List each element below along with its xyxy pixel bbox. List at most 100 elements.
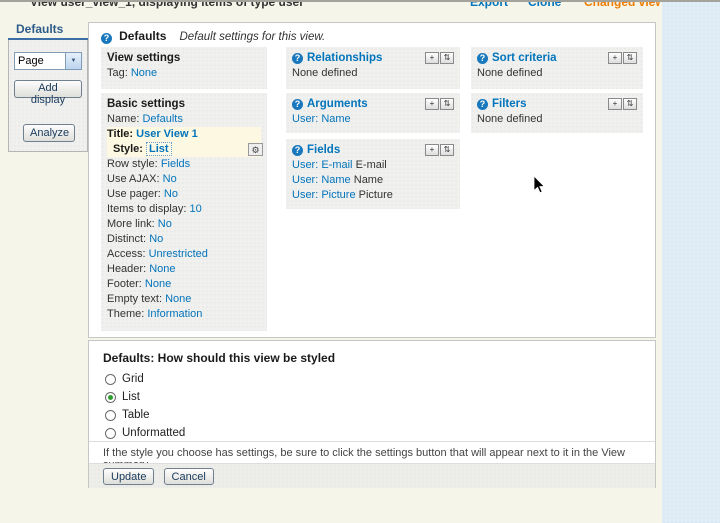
rearrange-icon[interactable]: ⇅ — [440, 52, 454, 64]
field-label-suffix: E-mail — [353, 159, 387, 171]
setting-value-link-active[interactable]: List — [146, 142, 172, 156]
rearrange-icon[interactable]: ⇅ — [440, 144, 454, 156]
page-background-strip — [662, 0, 720, 523]
argument-link[interactable]: User: Name — [292, 113, 351, 125]
field-link[interactable]: User: E-mail — [292, 159, 353, 171]
radio-label: List — [122, 391, 140, 403]
setting-row-tag: Tag: None — [107, 66, 261, 81]
setting-label: Style: — [113, 143, 143, 155]
setting-row-style: Style: List ⚙ — [107, 142, 261, 157]
setting-label: Distinct: — [107, 233, 146, 245]
setting-row-header: Header: None — [107, 262, 261, 277]
display-description: Default settings for this view. — [179, 31, 325, 43]
display-title: Defaults — [119, 29, 166, 43]
overview-header: ? Defaults Default settings for this vie… — [101, 29, 325, 44]
display-type-select[interactable]: Page ▼ — [14, 52, 82, 70]
setting-value-link[interactable]: None — [165, 293, 191, 305]
relationships-box: ? Relationships + ⇅ None defined — [286, 47, 460, 89]
arguments-heading-link[interactable]: Arguments — [307, 98, 368, 110]
argument-row: User: Name — [292, 112, 454, 127]
displays-sidebar: Defaults Page ▼ Add display Analyze — [8, 22, 88, 152]
basic-settings-box: Basic settings Name: Defaults Title: Use… — [101, 93, 267, 331]
style-settings-gear-icon[interactable]: ⚙ — [248, 143, 263, 156]
add-icon[interactable]: + — [608, 98, 622, 110]
setting-value-link[interactable]: 10 — [190, 203, 202, 215]
top-divider — [0, 0, 720, 2]
setting-label: Title: — [107, 128, 133, 140]
setting-row-items: Items to display: 10 — [107, 202, 261, 217]
rearrange-icon[interactable]: ⇅ — [623, 98, 637, 110]
radio-label: Grid — [122, 373, 144, 385]
clone-link[interactable]: Clone — [528, 2, 561, 9]
sort-criteria-box: ? Sort criteria + ⇅ None defined — [471, 47, 643, 89]
radio-option-table[interactable]: Table — [105, 409, 150, 421]
setting-row-pager: Use pager: No — [107, 187, 261, 202]
cancel-button[interactable]: Cancel — [164, 468, 214, 485]
style-settings-form: Defaults: How should this view be styled… — [88, 340, 656, 488]
add-icon[interactable]: + — [425, 52, 439, 64]
update-button[interactable]: Update — [103, 468, 154, 485]
radio-icon[interactable] — [105, 410, 116, 421]
setting-label: Empty text: — [107, 293, 162, 305]
sort-criteria-heading-link[interactable]: Sort criteria — [492, 52, 557, 64]
setting-value-link[interactable]: User View 1 — [136, 128, 198, 140]
view-title: View user_view_1, displaying items of ty… — [30, 2, 304, 9]
add-icon[interactable]: + — [425, 98, 439, 110]
setting-value-link[interactable]: None — [145, 278, 171, 290]
setting-value-link[interactable]: No — [164, 188, 178, 200]
setting-row-footer: Footer: None — [107, 277, 261, 292]
fields-box: ? Fields + ⇅ User: E-mail E-mail User: N… — [286, 139, 460, 209]
radio-label: Table — [122, 409, 150, 421]
setting-value-link[interactable]: Information — [147, 308, 202, 320]
view-settings-box: View settings Tag: None — [101, 47, 267, 89]
rearrange-icon[interactable]: ⇅ — [623, 52, 637, 64]
field-link[interactable]: User: Picture — [292, 189, 356, 201]
view-settings-heading: View settings — [107, 52, 180, 64]
setting-value-link[interactable]: No — [158, 218, 172, 230]
field-link[interactable]: User: Name — [292, 174, 351, 186]
radio-option-grid[interactable]: Grid — [105, 373, 144, 385]
setting-label: Use pager: — [107, 188, 161, 200]
setting-row-name: Name: Defaults — [107, 112, 261, 127]
setting-value-link[interactable]: None — [149, 263, 175, 275]
setting-value-link[interactable]: Fields — [161, 158, 190, 170]
view-overview-panel: ? Defaults Default settings for this vie… — [88, 22, 656, 338]
field-label-suffix: Name — [351, 174, 383, 186]
setting-label: Theme: — [107, 308, 144, 320]
tab-defaults[interactable]: Defaults — [8, 22, 88, 40]
radio-option-unformatted[interactable]: Unformatted — [105, 427, 185, 439]
setting-value-link[interactable]: No — [163, 173, 177, 185]
relationships-heading-link[interactable]: Relationships — [307, 52, 382, 64]
help-icon[interactable]: ? — [477, 53, 488, 64]
changed-view-marker: Changed view — [584, 2, 660, 9]
style-form-title: Defaults: How should this view be styled — [103, 351, 335, 365]
help-icon[interactable]: ? — [292, 145, 303, 156]
setting-row-morelink: More link: No — [107, 217, 261, 232]
radio-icon[interactable] — [105, 428, 116, 439]
setting-value-link[interactable]: Defaults — [142, 113, 182, 125]
export-link[interactable]: Export — [470, 2, 508, 9]
radio-icon-selected[interactable] — [105, 392, 116, 403]
help-icon[interactable]: ? — [477, 99, 488, 110]
add-icon[interactable]: + — [425, 144, 439, 156]
help-icon[interactable]: ? — [292, 53, 303, 64]
add-display-button[interactable]: Add display — [14, 80, 82, 98]
fields-heading-link[interactable]: Fields — [307, 144, 340, 156]
rearrange-icon[interactable]: ⇅ — [440, 98, 454, 110]
radio-icon[interactable] — [105, 374, 116, 385]
setting-label: Access: — [107, 248, 146, 260]
filters-heading-link[interactable]: Filters — [492, 98, 527, 110]
basic-settings-heading: Basic settings — [107, 98, 185, 110]
help-icon[interactable]: ? — [101, 33, 112, 44]
setting-value-link[interactable]: None — [131, 67, 157, 79]
setting-row-title: Title: User View 1 — [107, 127, 261, 142]
add-icon[interactable]: + — [608, 52, 622, 64]
help-icon[interactable]: ? — [292, 99, 303, 110]
setting-value-link[interactable]: No — [149, 233, 163, 245]
mouse-cursor — [533, 176, 546, 194]
field-label-suffix: Picture — [356, 189, 393, 201]
analyze-button[interactable]: Analyze — [23, 124, 75, 142]
setting-row-ajax: Use AJAX: No — [107, 172, 261, 187]
radio-option-list[interactable]: List — [105, 391, 140, 403]
setting-value-link[interactable]: Unrestricted — [149, 248, 208, 260]
